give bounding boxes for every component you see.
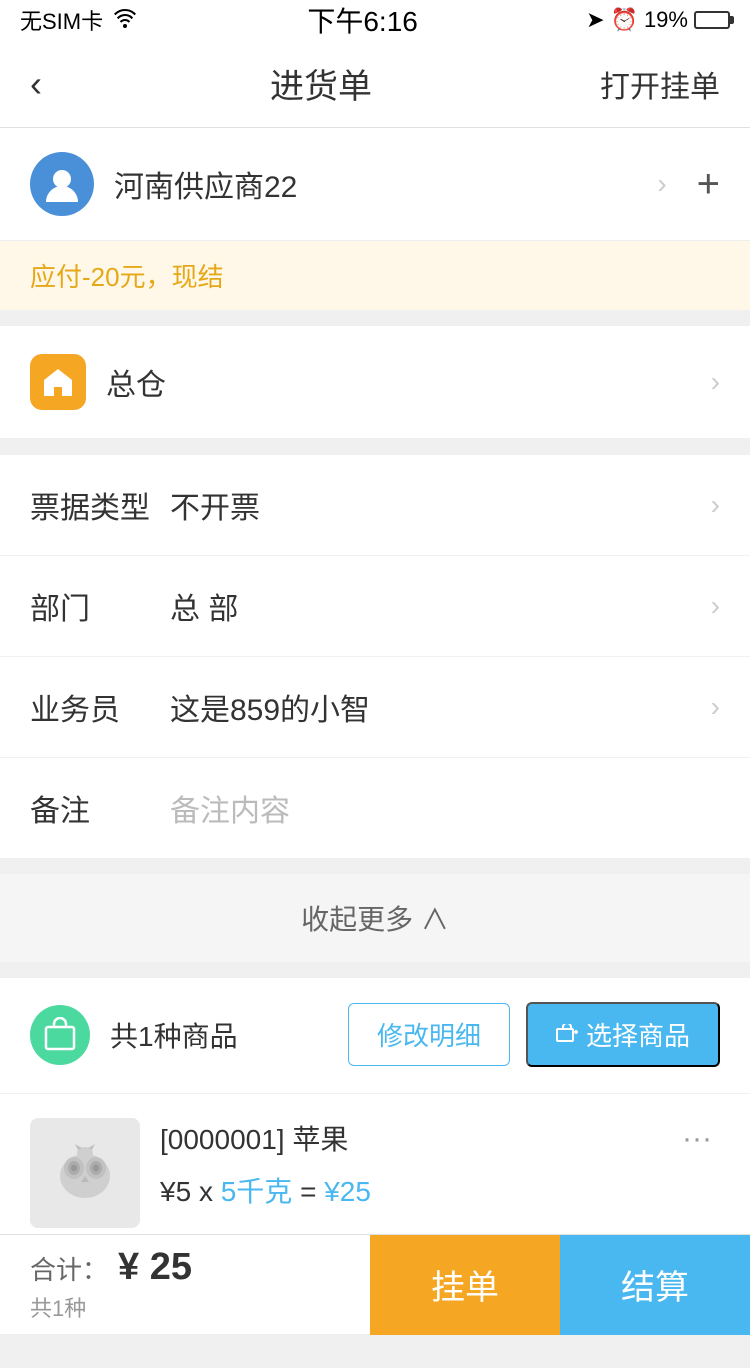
total-area: 合计： ¥ 25 共1种	[0, 1246, 370, 1323]
invoice-type-label: 票据类型	[30, 483, 170, 527]
department-value: 总 部	[170, 584, 711, 628]
select-product-label: 选择商品	[586, 1016, 690, 1053]
remark-label: 备注	[30, 786, 170, 830]
status-right: ➤ ⏰ 19%	[586, 7, 730, 33]
select-product-button[interactable]: 选择商品	[526, 1002, 720, 1067]
invoice-type-arrow: ›	[711, 489, 720, 521]
bottom-bar: 合计： ¥ 25 共1种 挂单 结算	[0, 1234, 750, 1334]
product-unit-price: ¥5	[160, 1176, 191, 1207]
battery-icon	[694, 11, 730, 29]
department-row[interactable]: 部门 总 部 ›	[0, 556, 750, 657]
location-icon: ➤	[586, 7, 604, 33]
supplier-notice: 应付-20元，现结	[0, 241, 750, 310]
total-prefix: 合计：	[30, 1250, 108, 1287]
salesman-value: 这是859的小智	[170, 685, 711, 729]
status-bar: 无SIM卡 下午6:16 ➤ ⏰ 19%	[0, 0, 750, 40]
product-count-icon	[30, 1005, 90, 1065]
product-code: [0000001]	[160, 1124, 285, 1155]
department-arrow: ›	[711, 590, 720, 622]
salesman-arrow: ›	[711, 691, 720, 723]
form-section: 票据类型 不开票 › 部门 总 部 › 业务员 这是859的小智 › 备注 备注…	[0, 455, 750, 858]
warehouse-icon	[30, 354, 86, 410]
settle-button[interactable]: 结算	[560, 1235, 750, 1335]
product-info: [0000001] 苹果 ¥5 x 5千克 = ¥25	[160, 1118, 674, 1210]
product-item: [0000001] 苹果 ¥5 x 5千克 = ¥25 ···	[0, 1093, 750, 1252]
user-icon	[42, 164, 82, 204]
remark-row[interactable]: 备注 备注内容	[0, 758, 750, 858]
alarm-icon: ⏰	[611, 7, 638, 33]
status-left: 无SIM卡	[20, 4, 139, 36]
supplier-section: 河南供应商22 › + 应付-20元，现结	[0, 128, 750, 310]
salesman-label: 业务员	[30, 685, 170, 729]
product-thumbnail	[30, 1118, 140, 1228]
supplier-arrow-icon: ›	[657, 168, 666, 200]
nav-bar: ‹ 进货单 打开挂单	[0, 40, 750, 128]
invoice-type-value: 不开票	[170, 483, 711, 527]
total-count: 共1种	[30, 1291, 340, 1323]
product-owl-icon	[50, 1138, 120, 1208]
back-button[interactable]: ‹	[30, 63, 42, 105]
supplier-avatar	[30, 152, 94, 216]
collapse-bar[interactable]: 收起更多 ∧	[0, 874, 750, 962]
content: 河南供应商22 › + 应付-20元，现结 总仓 › 票据类型 不开票 › 部门…	[0, 128, 750, 1368]
product-total: ¥25	[324, 1176, 371, 1207]
product-count-label: 共1种商品	[110, 1015, 348, 1055]
products-header: 共1种商品 修改明细 选择商品	[0, 978, 750, 1091]
remark-input[interactable]: 备注内容	[170, 786, 720, 830]
add-supplier-button[interactable]: +	[697, 162, 720, 207]
product-more-button[interactable]: ···	[674, 1118, 720, 1160]
product-price: ¥5 x 5千克 = ¥25	[160, 1170, 674, 1210]
product-qty: 5千克	[221, 1176, 293, 1207]
total-amount: ¥ 25	[118, 1246, 192, 1289]
product-title: 苹果	[292, 1124, 348, 1155]
cart-icon	[556, 1024, 578, 1046]
open-hang-button[interactable]: 打开挂单	[600, 62, 720, 106]
modify-detail-button[interactable]: 修改明细	[348, 1003, 510, 1066]
hang-button[interactable]: 挂单	[370, 1235, 560, 1335]
warehouse-row[interactable]: 总仓 ›	[0, 326, 750, 439]
status-time: 下午6:16	[307, 0, 418, 40]
total-label: 合计： ¥ 25	[30, 1246, 340, 1289]
shopping-icon	[42, 1017, 78, 1053]
invoice-type-row[interactable]: 票据类型 不开票 ›	[0, 455, 750, 556]
supplier-name: 河南供应商22	[114, 162, 657, 206]
page-title: 进货单	[270, 59, 372, 108]
warehouse-label: 总仓	[106, 360, 711, 404]
carrier-label: 无SIM卡	[20, 4, 103, 36]
warehouse-section: 总仓 ›	[0, 326, 750, 439]
warehouse-arrow-icon: ›	[711, 366, 720, 398]
department-label: 部门	[30, 584, 170, 628]
supplier-row[interactable]: 河南供应商22 › +	[0, 128, 750, 241]
wifi-icon	[111, 6, 139, 34]
salesman-row[interactable]: 业务员 这是859的小智 ›	[0, 657, 750, 758]
house-icon	[41, 365, 75, 399]
product-name: [0000001] 苹果	[160, 1118, 674, 1158]
products-section: 共1种商品 修改明细 选择商品	[0, 978, 750, 1252]
battery-percent: 19%	[644, 7, 688, 33]
